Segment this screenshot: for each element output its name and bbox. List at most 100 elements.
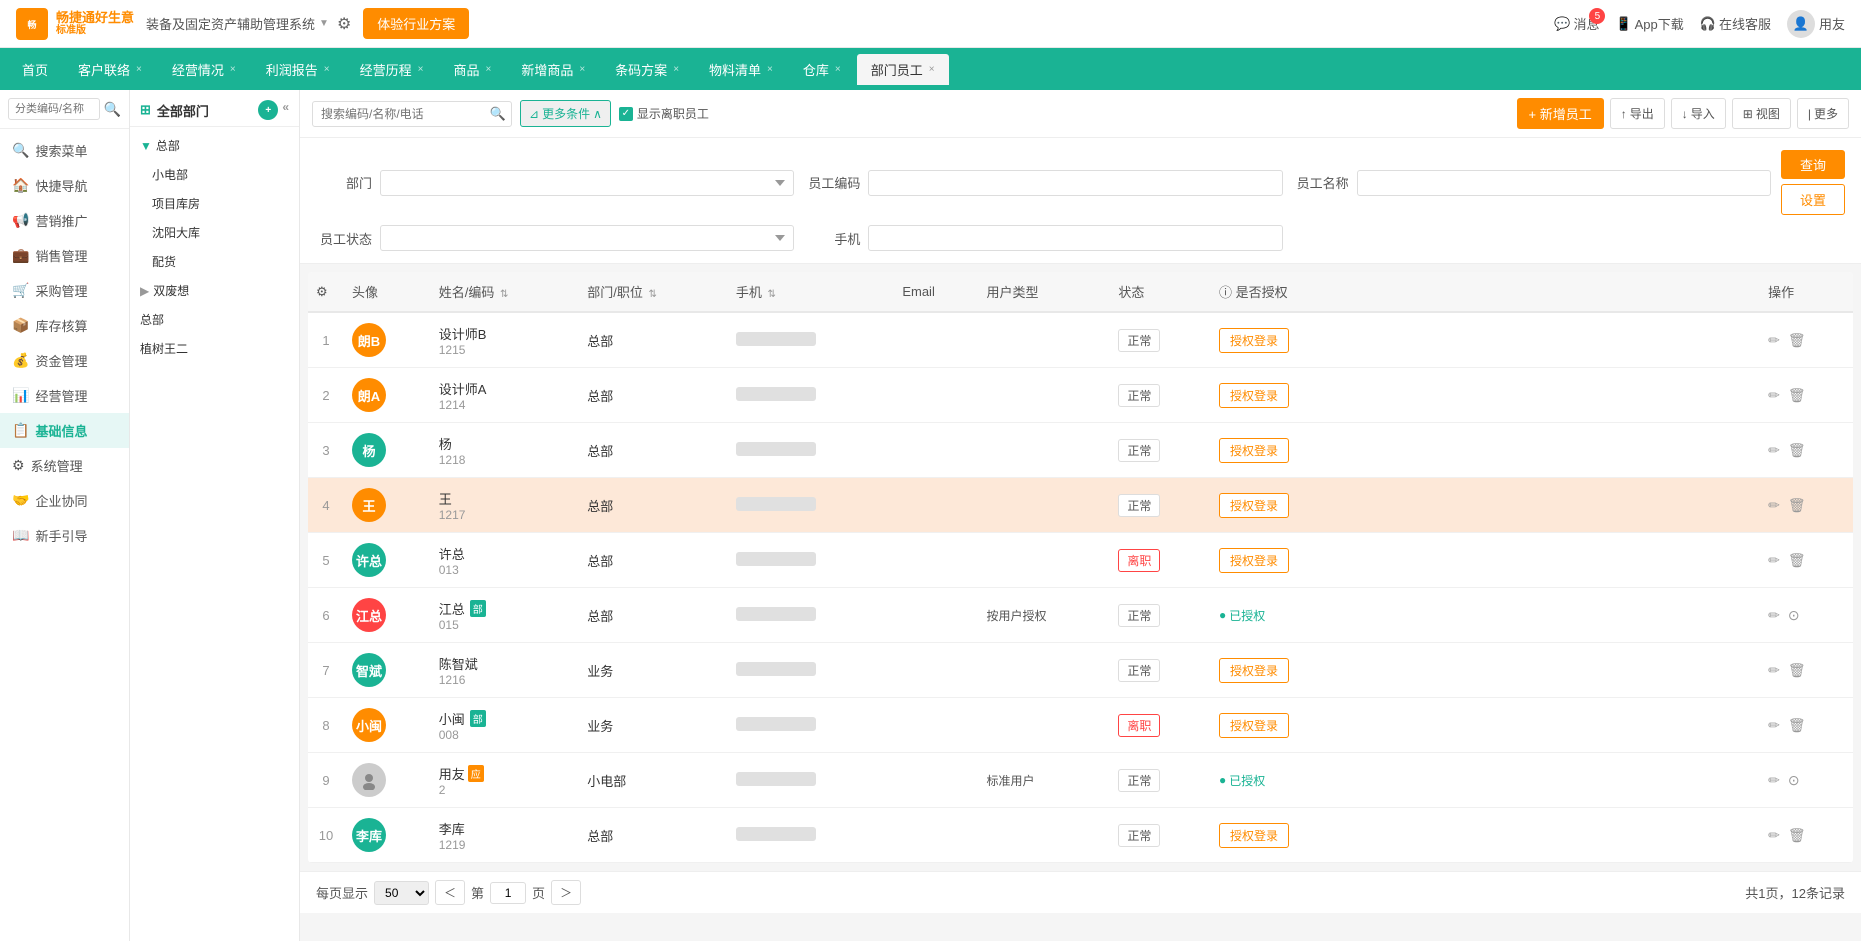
sidebar-item-inventory[interactable]: 📦 库存核算 bbox=[0, 308, 129, 343]
dept-node-shenyang[interactable]: 沈阳大库 bbox=[130, 218, 299, 247]
auth-login-btn[interactable]: 授权登录 bbox=[1219, 548, 1289, 573]
close-icon[interactable]: × bbox=[230, 64, 236, 75]
close-icon[interactable]: × bbox=[673, 64, 679, 75]
emp-code-input[interactable] bbox=[868, 170, 1282, 196]
auth-login-btn[interactable]: 授权登录 bbox=[1219, 713, 1289, 738]
tab-barcode[interactable]: 条码方案× bbox=[601, 54, 693, 85]
sidebar-search-icon[interactable]: 🔍 bbox=[104, 101, 121, 118]
dept-node-xiaodibu[interactable]: 小电部 bbox=[130, 160, 299, 189]
add-employee-btn[interactable]: + 新增员工 bbox=[1517, 98, 1604, 129]
app-download-btn[interactable]: 📱 App下载 bbox=[1615, 14, 1683, 33]
dept-node-shuangfei[interactable]: ▶ 双废想 bbox=[130, 276, 299, 305]
col-settings[interactable]: ⚙ bbox=[308, 272, 344, 312]
emp-name-input[interactable] bbox=[1357, 170, 1771, 196]
dept-add-icon[interactable]: + bbox=[258, 100, 278, 120]
sidebar-item-collab[interactable]: 🤝 企业协同 bbox=[0, 483, 129, 518]
delete-icon[interactable]: 🗑 bbox=[1788, 827, 1806, 844]
tab-warehouse[interactable]: 仓库× bbox=[789, 54, 855, 85]
sidebar-item-search[interactable]: 🔍 搜索菜单 bbox=[0, 133, 129, 168]
auth-login-btn[interactable]: 授权登录 bbox=[1219, 328, 1289, 353]
edit-icon[interactable]: ✏ bbox=[1768, 662, 1780, 679]
sidebar-search-input[interactable] bbox=[8, 98, 100, 120]
col-name[interactable]: 姓名/编码 ⇅ bbox=[431, 272, 580, 312]
tab-operation[interactable]: 经营情况× bbox=[158, 54, 250, 85]
edit-icon[interactable]: ✏ bbox=[1768, 387, 1780, 404]
dept-node-peihuo[interactable]: 配货 bbox=[130, 247, 299, 276]
per-page-select[interactable]: 50 100 200 bbox=[374, 881, 429, 905]
sort-phone-icon[interactable]: ⇅ bbox=[767, 289, 775, 300]
next-page-btn[interactable]: ＞ bbox=[551, 880, 581, 905]
auth-login-btn[interactable]: 授权登录 bbox=[1219, 438, 1289, 463]
dept-node-zongbu-parent[interactable]: ▼ 总部 bbox=[130, 131, 299, 160]
online-service-btn[interactable]: 🎧 在线客服 bbox=[1700, 14, 1771, 33]
auth-login-btn[interactable]: 授权登录 bbox=[1219, 658, 1289, 683]
edit-icon[interactable]: ✏ bbox=[1768, 827, 1780, 844]
user-menu[interactable]: 👤 用友 bbox=[1787, 10, 1845, 38]
dept-node-zongbu[interactable]: 总部 bbox=[130, 305, 299, 334]
dropdown-arrow-icon[interactable]: ▼ bbox=[319, 18, 329, 29]
close-icon[interactable]: × bbox=[418, 64, 424, 75]
edit-icon[interactable]: ✏ bbox=[1768, 552, 1780, 569]
edit-icon[interactable]: ✏ bbox=[1768, 442, 1780, 459]
sidebar-item-marketing[interactable]: 📢 营销推广 bbox=[0, 203, 129, 238]
edit-icon[interactable]: ✏ bbox=[1768, 772, 1780, 789]
sidebar-item-system[interactable]: ⚙ 系统管理 bbox=[0, 448, 129, 483]
close-icon[interactable]: × bbox=[835, 64, 841, 75]
tab-profit[interactable]: 利润报告× bbox=[252, 54, 344, 85]
auth-login-btn[interactable]: 授权登录 bbox=[1219, 383, 1289, 408]
tab-home[interactable]: 首页 bbox=[8, 54, 62, 85]
edit-icon[interactable]: ✏ bbox=[1768, 497, 1780, 514]
view-btn[interactable]: ⊞ 视图 bbox=[1732, 98, 1791, 129]
prev-page-btn[interactable]: ＜ bbox=[435, 880, 465, 905]
close-icon[interactable]: × bbox=[929, 64, 935, 75]
import-btn[interactable]: ↓ 导入 bbox=[1671, 98, 1726, 129]
tab-goods[interactable]: 商品× bbox=[439, 54, 505, 85]
close-icon[interactable]: × bbox=[324, 64, 330, 75]
dept-node-zhishu[interactable]: 植树王二 bbox=[130, 334, 299, 363]
delete-icon[interactable]: 🗑 bbox=[1788, 332, 1806, 349]
sidebar-item-basic[interactable]: 📋 基础信息 bbox=[0, 413, 129, 448]
close-icon[interactable]: × bbox=[579, 64, 585, 75]
export-btn[interactable]: ↑ 导出 bbox=[1610, 98, 1665, 129]
dept-filter-select[interactable] bbox=[380, 170, 794, 196]
show-resigned-toggle[interactable]: ✓ 显示离职员工 bbox=[619, 105, 709, 122]
query-btn[interactable]: 查询 bbox=[1781, 150, 1845, 179]
message-badge[interactable]: 💬 消息 5 bbox=[1554, 14, 1599, 33]
sidebar-item-guide[interactable]: 📖 新手引导 bbox=[0, 518, 129, 553]
edit-icon[interactable]: ✏ bbox=[1768, 332, 1780, 349]
delete-icon[interactable]: 🗑 bbox=[1788, 387, 1806, 404]
sidebar-item-business[interactable]: 📊 经营管理 bbox=[0, 378, 129, 413]
tab-add-goods[interactable]: 新增商品× bbox=[507, 54, 599, 85]
tab-bom[interactable]: 物料清单× bbox=[695, 54, 787, 85]
search-submit-icon[interactable]: 🔍 bbox=[490, 106, 506, 122]
col-phone[interactable]: 手机 ⇅ bbox=[728, 272, 895, 312]
auth-login-btn[interactable]: 授权登录 bbox=[1219, 493, 1289, 518]
edit-icon[interactable]: ✏ bbox=[1768, 607, 1780, 624]
sort-dept-icon[interactable]: ⇅ bbox=[649, 289, 657, 300]
sort-name-icon[interactable]: ⇅ bbox=[500, 289, 508, 300]
col-dept[interactable]: 部门/职位 ⇅ bbox=[579, 272, 728, 312]
more-actions-btn[interactable]: | 更多 bbox=[1797, 98, 1849, 129]
delete-icon[interactable]: 🗑 bbox=[1788, 442, 1806, 459]
sidebar-item-purchase[interactable]: 🛒 采购管理 bbox=[0, 273, 129, 308]
tab-customer[interactable]: 客户联络× bbox=[64, 54, 156, 85]
delete-icon[interactable]: 🗑 bbox=[1788, 662, 1806, 679]
close-icon[interactable]: × bbox=[485, 64, 491, 75]
emp-status-select[interactable] bbox=[380, 225, 794, 251]
phone-input[interactable] bbox=[868, 225, 1282, 251]
dept-node-xiangmu[interactable]: 项目库房 bbox=[130, 189, 299, 218]
sidebar-item-sales[interactable]: 💼 销售管理 bbox=[0, 238, 129, 273]
sidebar-item-quicknav[interactable]: 🏠 快捷导航 bbox=[0, 168, 129, 203]
close-icon[interactable]: × bbox=[767, 64, 773, 75]
copy-icon[interactable]: ⊙ bbox=[1788, 772, 1800, 789]
tab-department[interactable]: 部门员工× bbox=[857, 54, 949, 85]
settings-icon[interactable]: ⚙ bbox=[337, 14, 351, 34]
edit-icon[interactable]: ✏ bbox=[1768, 717, 1780, 734]
copy-icon[interactable]: ⊙ bbox=[1788, 607, 1800, 624]
delete-icon[interactable]: 🗑 bbox=[1788, 497, 1806, 514]
auth-login-btn[interactable]: 授权登录 bbox=[1219, 823, 1289, 848]
more-filters-btn[interactable]: ⊿ 更多条件 ∧ bbox=[520, 100, 611, 127]
sidebar-item-finance[interactable]: 💰 资金管理 bbox=[0, 343, 129, 378]
delete-icon[interactable]: 🗑 bbox=[1788, 552, 1806, 569]
page-number-input[interactable] bbox=[490, 882, 526, 904]
